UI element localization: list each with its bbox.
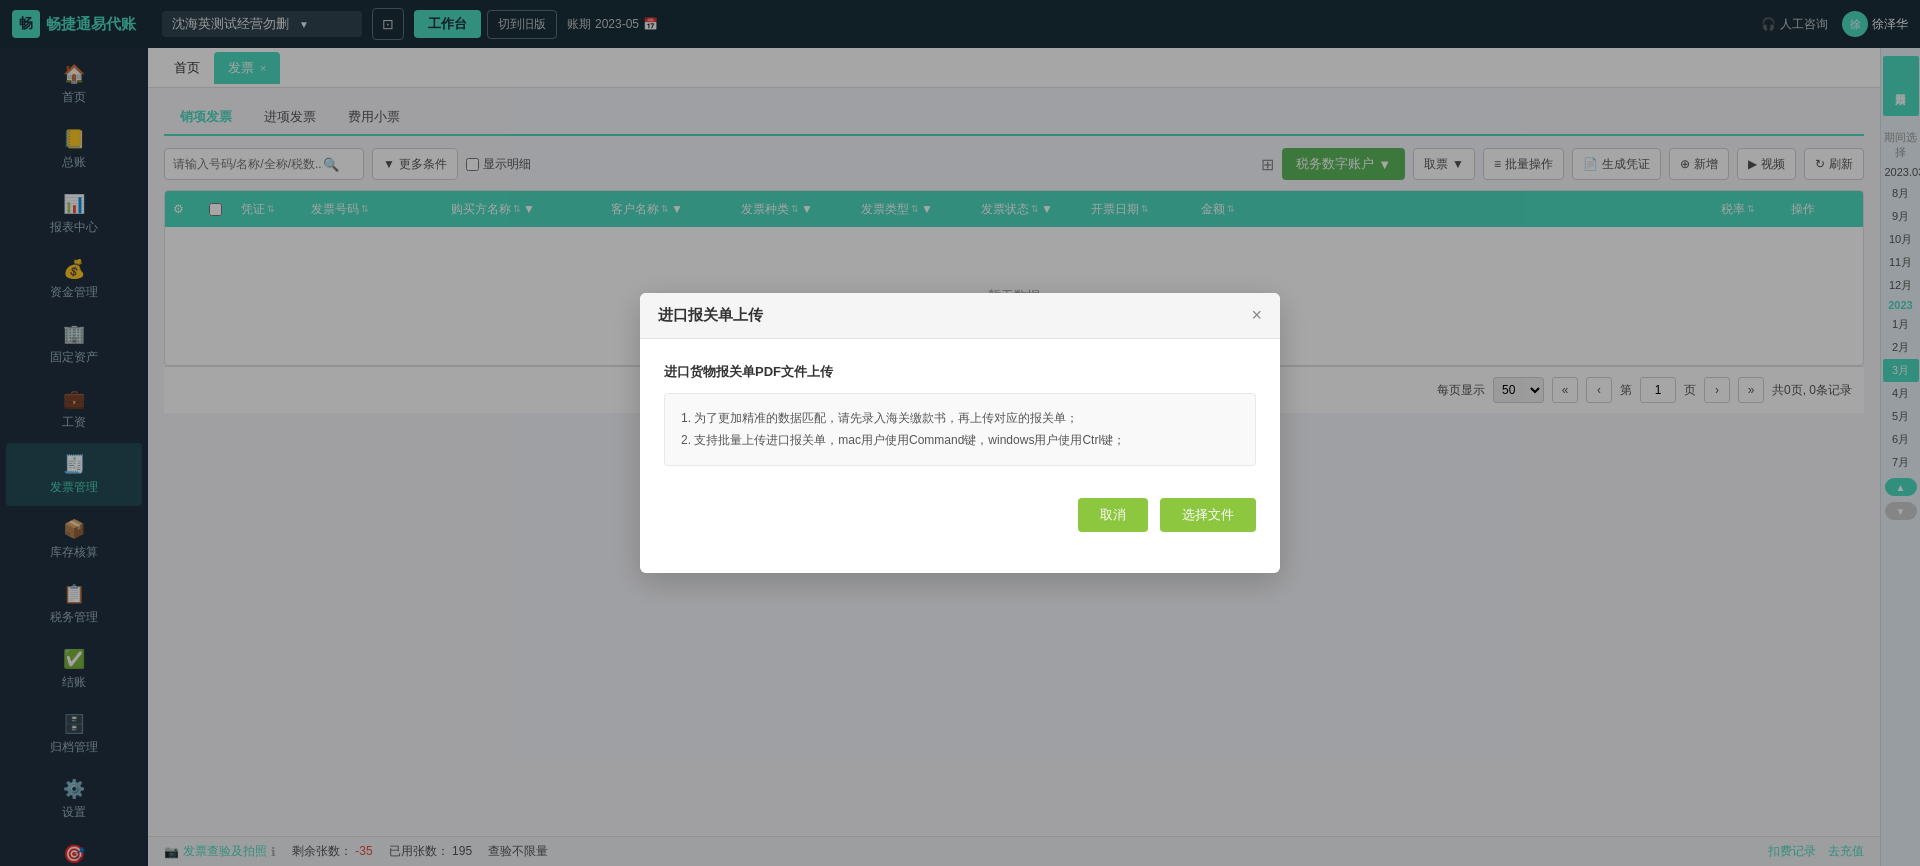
modal-close-button[interactable]: × (1251, 305, 1262, 326)
modal-select-file-button[interactable]: 选择文件 (1160, 498, 1256, 532)
modal-info-item-1: 1. 为了更加精准的数据匹配，请先录入海关缴款书，再上传对应的报关单； (681, 408, 1239, 430)
modal-header: 进口报关单上传 × (640, 293, 1280, 339)
modal-overlay: 进口报关单上传 × 进口货物报关单PDF文件上传 1. 为了更加精准的数据匹配，… (0, 0, 1920, 866)
modal-info-item-2: 2. 支持批量上传进口报关单，mac用户使用Command键，windows用户… (681, 430, 1239, 452)
modal-info-box: 1. 为了更加精准的数据匹配，请先录入海关缴款书，再上传对应的报关单； 2. 支… (664, 393, 1256, 466)
modal-footer: 取消 选择文件 (640, 482, 1280, 548)
modal-cancel-button[interactable]: 取消 (1078, 498, 1148, 532)
import-customs-modal: 进口报关单上传 × 进口货物报关单PDF文件上传 1. 为了更加精准的数据匹配，… (640, 293, 1280, 573)
modal-body: 进口货物报关单PDF文件上传 1. 为了更加精准的数据匹配，请先录入海关缴款书，… (640, 339, 1280, 482)
modal-title: 进口报关单上传 (658, 306, 763, 325)
modal-section-title: 进口货物报关单PDF文件上传 (664, 363, 1256, 381)
